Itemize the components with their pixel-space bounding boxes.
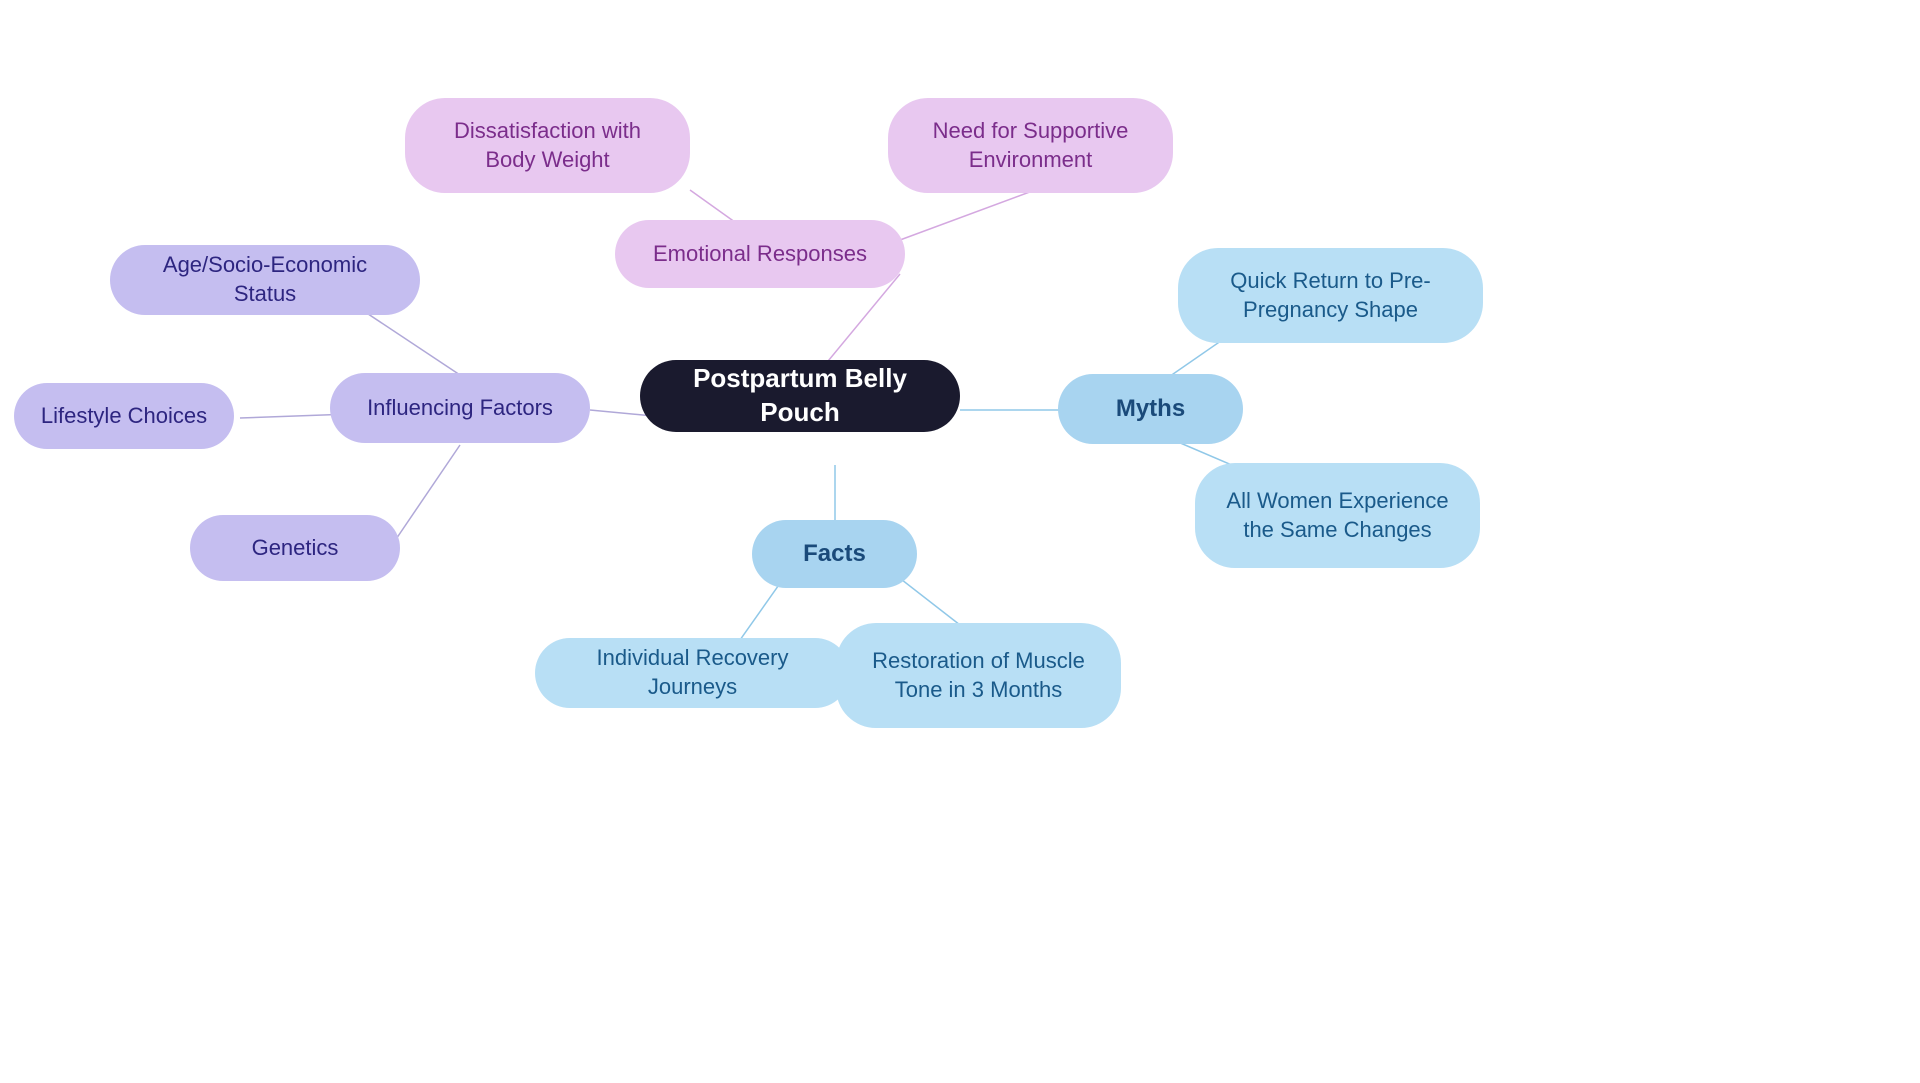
center-node: Postpartum Belly Pouch (640, 360, 960, 432)
genetics-label: Genetics (252, 534, 339, 563)
restoration-node: Restoration of Muscle Tone in 3 Months (836, 623, 1121, 728)
supportive-node: Need for Supportive Environment (888, 98, 1173, 193)
dissatisfaction-node: Dissatisfaction with Body Weight (405, 98, 690, 193)
influencing-factors-node: Influencing Factors (330, 373, 590, 443)
emotional-responses-node: Emotional Responses (615, 220, 905, 288)
individual-node: Individual Recovery Journeys (535, 638, 850, 708)
facts-label: Facts (803, 538, 866, 569)
dissatisfaction-label: Dissatisfaction with Body Weight (429, 117, 666, 174)
myths-node: Myths (1058, 374, 1243, 444)
age-socio-node: Age/Socio-Economic Status (110, 245, 420, 315)
quick-return-node: Quick Return to Pre-Pregnancy Shape (1178, 248, 1483, 343)
lifestyle-label: Lifestyle Choices (41, 402, 207, 431)
genetics-node: Genetics (190, 515, 400, 581)
facts-node: Facts (752, 520, 917, 588)
age-socio-label: Age/Socio-Economic Status (134, 251, 396, 308)
all-women-node: All Women Experience the Same Changes (1195, 463, 1480, 568)
lifestyle-node: Lifestyle Choices (14, 383, 234, 449)
supportive-label: Need for Supportive Environment (912, 117, 1149, 174)
emotional-label: Emotional Responses (653, 240, 867, 269)
influencing-factors-label: Influencing Factors (367, 394, 553, 423)
myths-label: Myths (1116, 393, 1185, 424)
center-label: Postpartum Belly Pouch (664, 362, 936, 430)
quick-return-label: Quick Return to Pre-Pregnancy Shape (1202, 267, 1459, 324)
all-women-label: All Women Experience the Same Changes (1219, 487, 1456, 544)
restoration-label: Restoration of Muscle Tone in 3 Months (860, 647, 1097, 704)
individual-label: Individual Recovery Journeys (559, 644, 826, 701)
